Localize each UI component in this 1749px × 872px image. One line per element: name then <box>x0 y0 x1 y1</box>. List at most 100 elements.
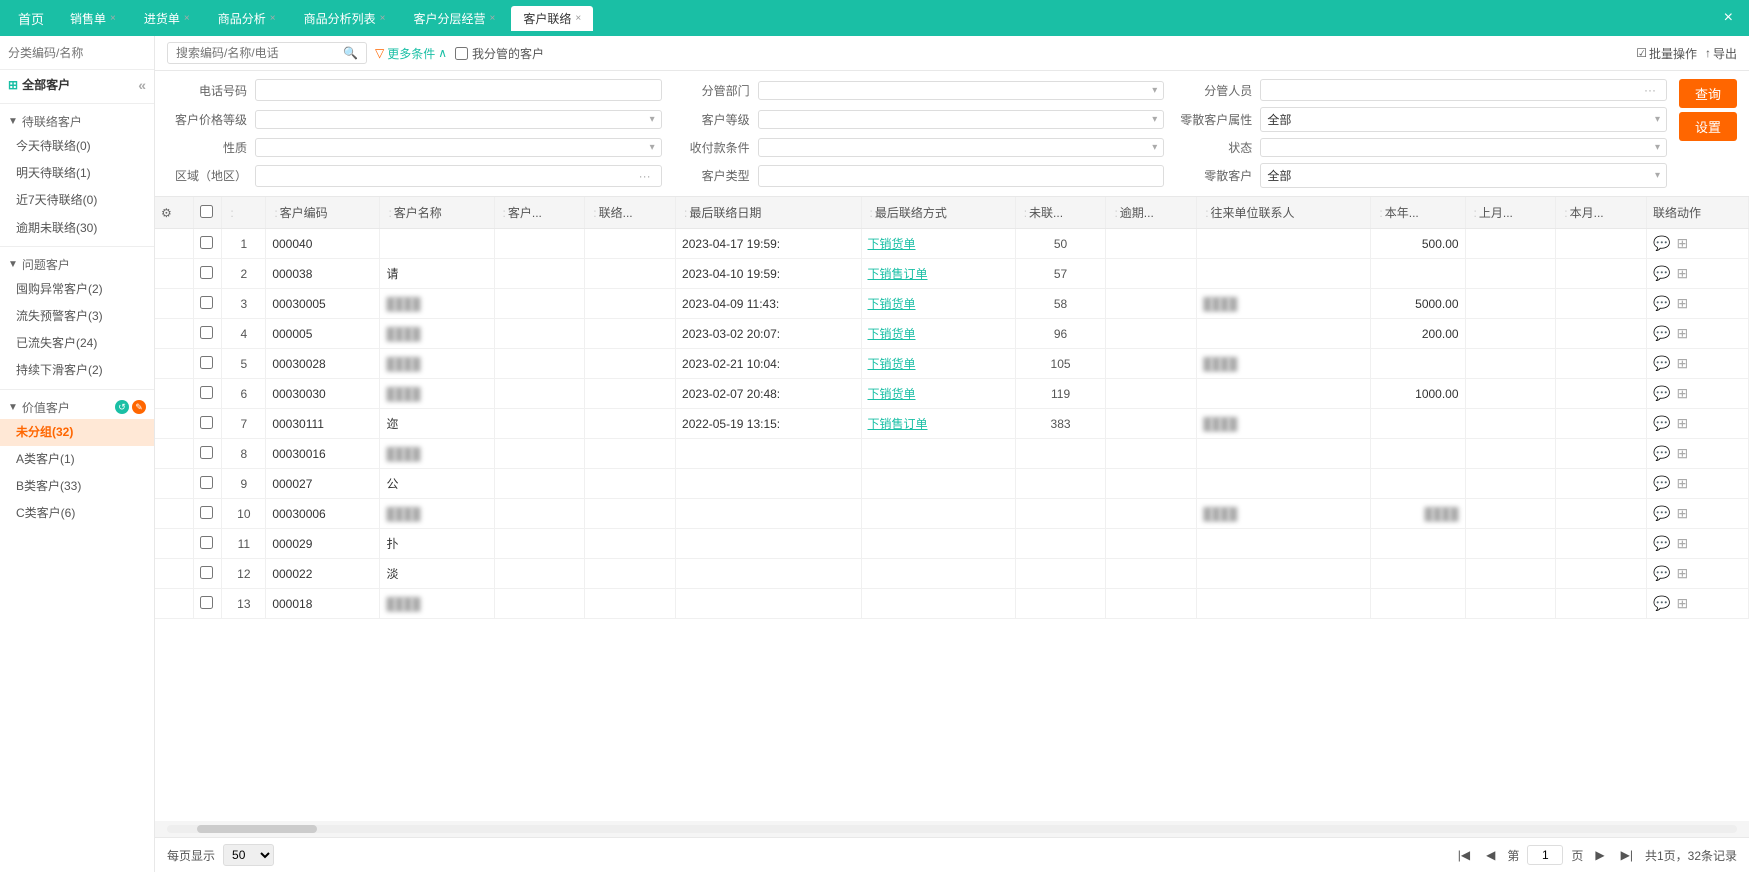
nav-tab-analysis-list[interactable]: 商品分析列表 × <box>292 6 398 31</box>
row-select-checkbox[interactable] <box>200 356 213 369</box>
scatter-attr-select[interactable]: 全部 ▾ <box>1260 107 1667 132</box>
close-analysis-list-tab[interactable]: × <box>380 13 386 24</box>
row-checkbox[interactable] <box>194 499 222 529</box>
first-page-button[interactable]: |◀ <box>1454 846 1474 864</box>
row-last-way[interactable]: 下销货单 <box>861 349 1015 379</box>
comment-icon[interactable]: 💬 <box>1653 565 1670 582</box>
page-input[interactable] <box>1527 845 1563 865</box>
collapse-icon[interactable]: « <box>138 77 146 93</box>
row-last-way[interactable]: 下销售订单 <box>861 409 1015 439</box>
comment-icon[interactable]: 💬 <box>1653 325 1670 342</box>
close-customer-contact-tab[interactable]: × <box>575 13 581 24</box>
row-select-checkbox[interactable] <box>200 326 213 339</box>
row-checkbox[interactable] <box>194 289 222 319</box>
grid-action-icon[interactable]: ⊞ <box>1676 415 1688 432</box>
comment-icon[interactable]: 💬 <box>1653 505 1670 522</box>
last-way-link[interactable]: 下销货单 <box>868 297 916 311</box>
sidebar-item-today[interactable]: 今天待联络(0) <box>0 133 154 160</box>
nav-home[interactable]: 首页 <box>8 5 54 32</box>
grid-action-icon[interactable]: ⊞ <box>1676 235 1688 252</box>
row-select-checkbox[interactable] <box>200 236 213 249</box>
row-last-way[interactable]: 下销货单 <box>861 319 1015 349</box>
grid-action-icon[interactable]: ⊞ <box>1676 565 1688 582</box>
last-way-link[interactable]: 下销货单 <box>868 357 916 371</box>
search-icon[interactable]: 🔍 <box>343 46 358 60</box>
phone-input[interactable] <box>255 79 662 101</box>
comment-icon[interactable]: 💬 <box>1653 535 1670 552</box>
row-checkbox[interactable] <box>194 529 222 559</box>
sidebar-item-tomorrow[interactable]: 明天待联络(1) <box>0 160 154 187</box>
dots-icon[interactable]: ··· <box>1640 83 1660 97</box>
per-page-select[interactable]: 50 100 <box>223 844 274 866</box>
row-last-way[interactable]: 下销货单 <box>861 379 1015 409</box>
last-way-link[interactable]: 下销售订单 <box>868 267 928 281</box>
cust-type-input[interactable] <box>758 165 1165 187</box>
row-checkbox[interactable] <box>194 259 222 289</box>
settings-col[interactable]: ⚙ <box>155 197 194 229</box>
group-problem-customers[interactable]: ▼ 问题客户 <box>0 251 154 276</box>
query-button[interactable]: 查询 <box>1679 79 1737 108</box>
prev-page-button[interactable]: ◀ <box>1482 846 1499 864</box>
row-last-way[interactable]: 下销售订单 <box>861 259 1015 289</box>
row-checkbox[interactable] <box>194 559 222 589</box>
sidebar-item-c-class[interactable]: C类客户(6) <box>0 500 154 527</box>
last-way-link[interactable]: 下销货单 <box>868 327 916 341</box>
region-select[interactable]: ··· <box>255 165 662 187</box>
dots-icon-2[interactable]: ··· <box>635 169 655 183</box>
sidebar-item-churn-warning[interactable]: 流失预警客户(3) <box>0 303 154 330</box>
status-select[interactable]: ▾ <box>1260 138 1667 157</box>
grid-action-icon[interactable]: ⊞ <box>1676 295 1688 312</box>
nav-tab-analysis[interactable]: 商品分析 × <box>206 6 288 31</box>
last-page-button[interactable]: ▶| <box>1617 846 1637 864</box>
comment-icon[interactable]: 💬 <box>1653 445 1670 462</box>
next-page-button[interactable]: ▶ <box>1591 846 1608 864</box>
sidebar-search-input[interactable] <box>8 46 155 60</box>
payment-cond-select[interactable]: ▾ <box>758 138 1165 157</box>
group-pending-contact[interactable]: ▼ 待联络客户 <box>0 108 154 133</box>
last-way-link[interactable]: 下销货单 <box>868 237 916 251</box>
comment-icon[interactable]: 💬 <box>1653 265 1670 282</box>
grid-action-icon[interactable]: ⊞ <box>1676 445 1688 462</box>
sidebar-item-overdue[interactable]: 逾期未联络(30) <box>0 215 154 242</box>
sidebar-item-declining[interactable]: 持续下滑客户(2) <box>0 357 154 384</box>
grid-action-icon[interactable]: ⊞ <box>1676 535 1688 552</box>
nav-tab-customer-contact[interactable]: 客户联络 × <box>511 6 593 31</box>
row-select-checkbox[interactable] <box>200 506 213 519</box>
row-select-checkbox[interactable] <box>200 266 213 279</box>
reset-button[interactable]: 设置 <box>1679 112 1737 141</box>
row-checkbox[interactable] <box>194 319 222 349</box>
grid-action-icon[interactable]: ⊞ <box>1676 385 1688 402</box>
select-all-checkbox[interactable] <box>200 205 213 218</box>
row-select-checkbox[interactable] <box>200 536 213 549</box>
refresh-icon[interactable]: ↺ <box>115 400 129 414</box>
close-purchase-tab[interactable]: × <box>184 13 190 24</box>
row-checkbox[interactable] <box>194 379 222 409</box>
dept-select[interactable]: ▾ <box>758 81 1165 100</box>
close-customer-mgr-tab[interactable]: × <box>489 13 495 24</box>
group-value-customers[interactable]: ▼ 价值客户 ↺ ✎ <box>0 394 154 419</box>
comment-icon[interactable]: 💬 <box>1653 415 1670 432</box>
scatter-cust-select[interactable]: 全部 ▾ <box>1260 163 1667 188</box>
sidebar-item-hoarding-abnormal[interactable]: 囤购异常客户(2) <box>0 276 154 303</box>
close-window-button[interactable]: × <box>1716 9 1741 27</box>
nav-tab-sales[interactable]: 销售单 × <box>58 6 128 31</box>
nature-select[interactable]: ▾ <box>255 138 662 157</box>
sidebar-item-churned[interactable]: 已流失客户(24) <box>0 330 154 357</box>
row-select-checkbox[interactable] <box>200 566 213 579</box>
export-button[interactable]: ↑ 导出 <box>1705 45 1737 62</box>
grid-action-icon[interactable]: ⊞ <box>1676 325 1688 342</box>
my-customers-checkbox[interactable] <box>455 47 468 60</box>
sidebar-item-b-class[interactable]: B类客户(33) <box>0 473 154 500</box>
row-select-checkbox[interactable] <box>200 416 213 429</box>
edit-group-icon[interactable]: ✎ <box>132 400 146 414</box>
row-select-checkbox[interactable] <box>200 446 213 459</box>
row-select-checkbox[interactable] <box>200 386 213 399</box>
row-checkbox[interactable] <box>194 409 222 439</box>
horizontal-scrollbar[interactable] <box>167 825 1737 833</box>
grid-action-icon[interactable]: ⊞ <box>1676 595 1688 612</box>
comment-icon[interactable]: 💬 <box>1653 355 1670 372</box>
row-last-way[interactable]: 下销货单 <box>861 289 1015 319</box>
sidebar-item-ungrouped[interactable]: 未分组(32) <box>0 419 154 446</box>
grid-action-icon[interactable]: ⊞ <box>1676 355 1688 372</box>
row-checkbox[interactable] <box>194 469 222 499</box>
